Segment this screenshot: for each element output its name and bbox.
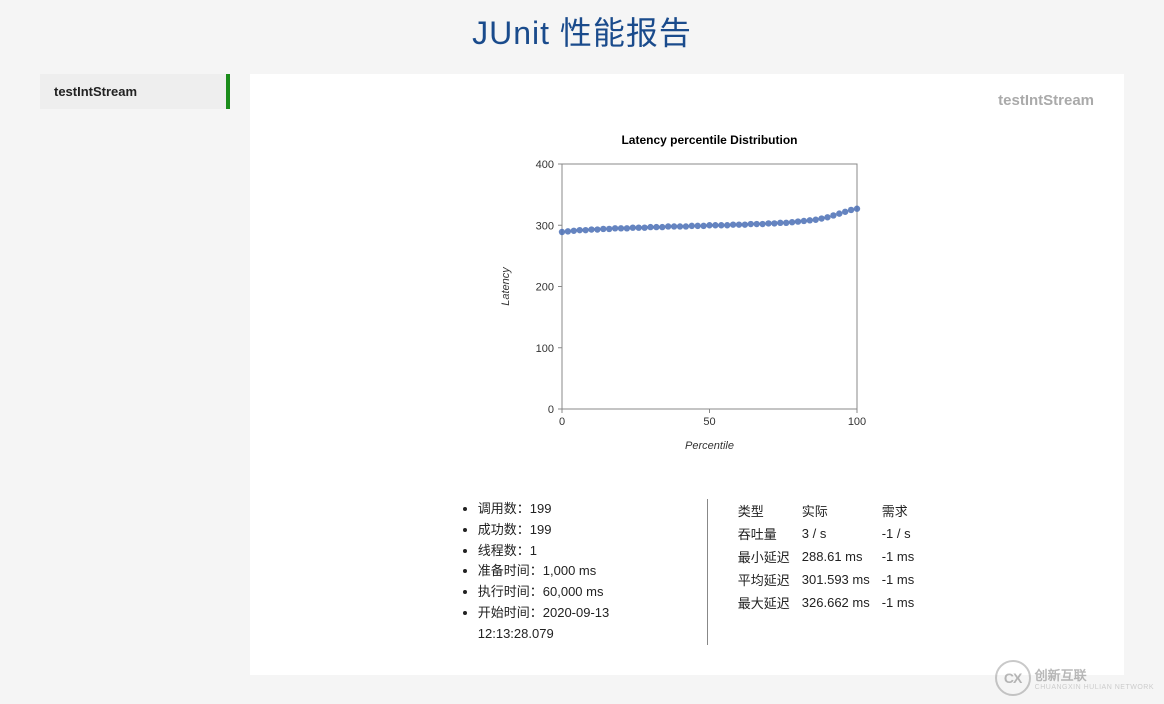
svg-text:50: 50 (703, 416, 715, 428)
stat-threads: 线程数：1 (478, 541, 677, 562)
col-req: 需求 (882, 499, 927, 522)
svg-text:Latency: Latency (500, 266, 512, 306)
sidebar-item-testintstream[interactable]: testIntStream (40, 74, 230, 109)
table-row: 最大延迟 326.662 ms -1 ms (738, 591, 926, 614)
svg-text:Percentile: Percentile (685, 440, 734, 452)
stat-success: 成功数：199 (478, 520, 677, 541)
latency-percentile-chart: Latency percentile Distribution 0 100 200 30… (487, 119, 887, 459)
svg-text:100: 100 (848, 416, 866, 428)
col-type: 类型 (738, 499, 802, 522)
main-panel: testIntStream Latency percentile Distrib… (250, 74, 1124, 675)
svg-text:300: 300 (536, 220, 554, 232)
sidebar-item-label: testIntStream (54, 84, 137, 99)
metrics-table: 类型 实际 需求 吞吐量 3 / s -1 / s 最小延迟 (738, 499, 926, 614)
table-row: 吞吐量 3 / s -1 / s (738, 522, 926, 545)
watermark-logo: CX 创新互联 CHUANGXIN HULIAN NETWORK (995, 660, 1154, 696)
logo-icon: CX (995, 660, 1031, 696)
main-panel-title: testIntStream (280, 92, 1094, 109)
svg-text:0: 0 (548, 404, 554, 416)
stat-start-time: 开始时间：2020-09-13 12:13:28.079 (478, 603, 677, 645)
svg-text:400: 400 (536, 159, 554, 171)
stats-left: 调用数：199 成功数：199 线程数：1 准备时间：1,000 ms 执行时间… (448, 499, 708, 645)
table-row: 平均延迟 301.593 ms -1 ms (738, 568, 926, 591)
page-title: JUnit 性能报告 (0, 8, 1164, 54)
svg-text:0: 0 (559, 416, 565, 428)
stats-right: 类型 实际 需求 吞吐量 3 / s -1 / s 最小延迟 (708, 499, 926, 645)
content-area: testIntStream testIntStream Latency perc… (0, 74, 1164, 675)
svg-text:200: 200 (536, 282, 554, 294)
stat-exec-time: 执行时间：60,000 ms (478, 582, 677, 603)
stat-invocations: 调用数：199 (478, 499, 677, 520)
table-row: 最小延迟 288.61 ms -1 ms (738, 545, 926, 568)
stat-warmup: 准备时间：1,000 ms (478, 561, 677, 582)
chart-container: Latency percentile Distribution 0 100 200 30… (280, 119, 1094, 459)
svg-text:Latency percentile Distributio: Latency percentile Distribution (621, 133, 797, 147)
col-actual: 实际 (802, 499, 882, 522)
sidebar: testIntStream (40, 74, 230, 675)
svg-text:100: 100 (536, 343, 554, 355)
page-header: JUnit 性能报告 (0, 0, 1164, 74)
stats-row: 调用数：199 成功数：199 线程数：1 准备时间：1,000 ms 执行时间… (280, 499, 1094, 645)
